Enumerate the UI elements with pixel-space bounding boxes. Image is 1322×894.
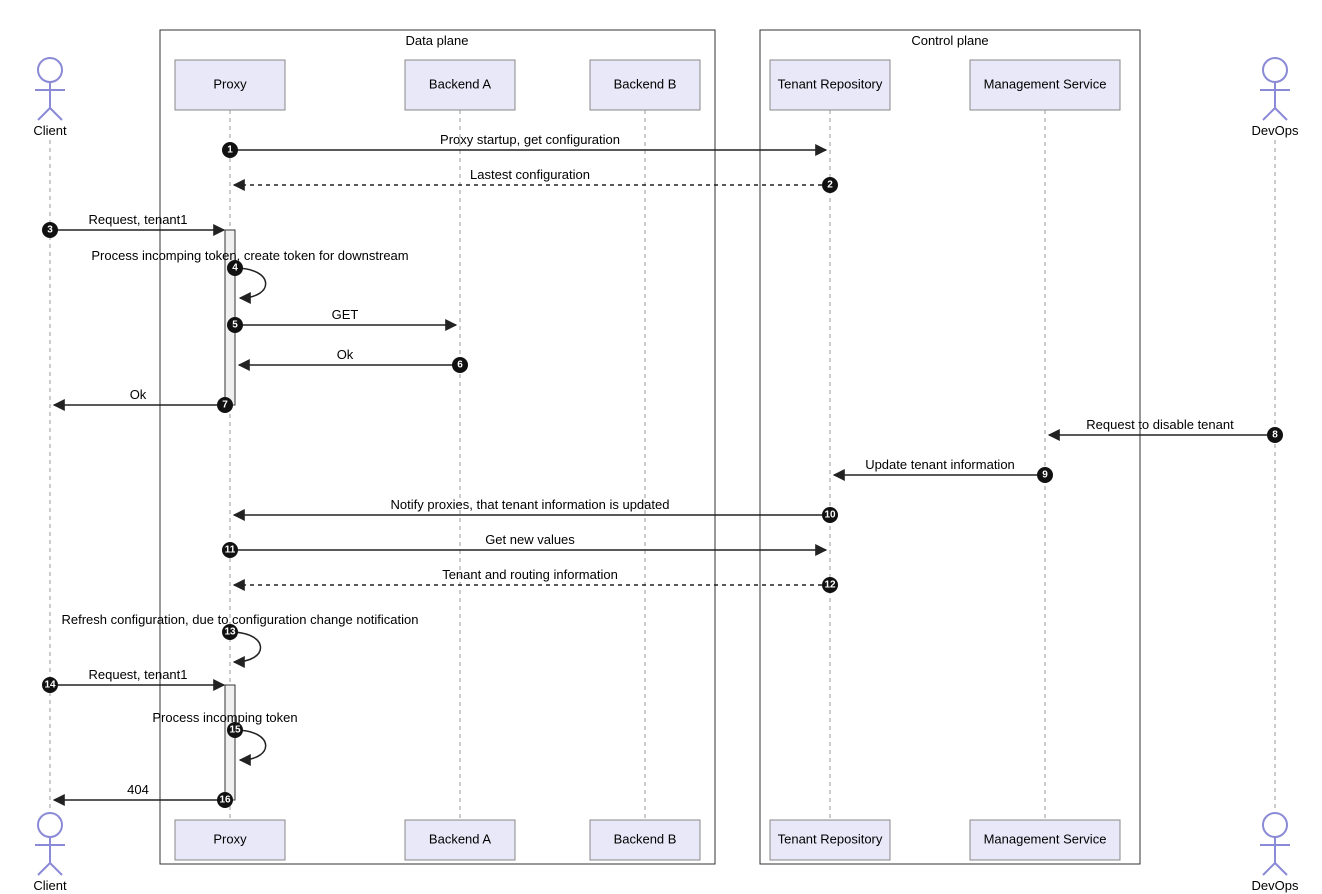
svg-text:9: 9 (1042, 470, 1048, 481)
svg-text:Tenant Repository: Tenant Repository (778, 831, 883, 846)
svg-text:Client: Client (33, 123, 67, 138)
participant-backenda-bottom: Backend A (405, 820, 515, 860)
participant-tenantrepo-top: Tenant Repository (770, 60, 890, 110)
svg-text:DevOps: DevOps (1252, 878, 1299, 893)
actor-devops-bottom: DevOps (1252, 813, 1299, 893)
msg-13: Refresh configuration, due to configurat… (61, 612, 418, 627)
participant-backendb-top: Backend B (590, 60, 700, 110)
actor-client-top: Client (33, 58, 67, 138)
svg-text:7: 7 (222, 400, 228, 411)
sequence-diagram: Data plane Control plane Client DevOps P… (0, 0, 1322, 894)
svg-text:Management Service: Management Service (984, 76, 1107, 91)
svg-text:12: 12 (824, 580, 836, 591)
msg-11: Get new values (485, 532, 575, 547)
msg-4: Process incomping token, create token fo… (91, 248, 408, 263)
svg-text:5: 5 (232, 320, 238, 331)
svg-text:11: 11 (225, 545, 236, 556)
svg-text:2: 2 (827, 180, 833, 191)
participant-tenantrepo-bottom: Tenant Repository (770, 820, 890, 860)
data-plane-label: Data plane (406, 33, 469, 48)
msg-5: GET (332, 307, 359, 322)
svg-text:13: 13 (224, 627, 236, 638)
svg-text:3: 3 (47, 225, 53, 236)
participant-proxy-bottom: Proxy (175, 820, 285, 860)
participant-mgmtsvc-bottom: Management Service (970, 820, 1120, 860)
svg-text:Client: Client (33, 878, 67, 893)
msg-2: Lastest configuration (470, 167, 590, 182)
control-plane-label: Control plane (911, 33, 988, 48)
svg-text:Backend A: Backend A (429, 831, 491, 846)
msg-16: 404 (127, 782, 149, 797)
data-plane-frame (160, 30, 715, 864)
svg-text:6: 6 (457, 360, 463, 371)
participant-backendb-bottom: Backend B (590, 820, 700, 860)
svg-text:8: 8 (1272, 430, 1278, 441)
svg-text:Management Service: Management Service (984, 831, 1107, 846)
msg-9: Update tenant information (865, 457, 1015, 472)
msg-15: Process incomping token (152, 710, 297, 725)
svg-text:Proxy: Proxy (213, 831, 247, 846)
svg-text:Backend A: Backend A (429, 76, 491, 91)
svg-text:DevOps: DevOps (1252, 123, 1299, 138)
msg-6: Ok (337, 347, 354, 362)
svg-text:Proxy: Proxy (213, 76, 247, 91)
control-plane-frame (760, 30, 1140, 864)
svg-text:Backend B: Backend B (614, 831, 677, 846)
msg-10: Notify proxies, that tenant information … (391, 497, 670, 512)
msg-3: Request, tenant1 (88, 212, 187, 227)
msg-8: Request to disable tenant (1086, 417, 1234, 432)
participant-mgmtsvc-top: Management Service (970, 60, 1120, 110)
actor-devops-top: DevOps (1252, 58, 1299, 138)
svg-text:10: 10 (824, 510, 836, 521)
svg-text:Backend B: Backend B (614, 76, 677, 91)
svg-text:16: 16 (219, 795, 231, 806)
svg-text:4: 4 (232, 263, 238, 274)
svg-text:14: 14 (44, 680, 56, 691)
actor-client-bottom: Client (33, 813, 67, 893)
svg-text:15: 15 (229, 725, 241, 736)
msg-14: Request, tenant1 (88, 667, 187, 682)
participant-backenda-top: Backend A (405, 60, 515, 110)
activation-proxy-2 (225, 685, 235, 800)
msg-12: Tenant and routing information (442, 567, 618, 582)
participant-proxy-top: Proxy (175, 60, 285, 110)
msg-1: Proxy startup, get configuration (440, 132, 620, 147)
msg-7: Ok (130, 387, 147, 402)
svg-text:1: 1 (227, 145, 233, 156)
svg-text:Tenant Repository: Tenant Repository (778, 76, 883, 91)
